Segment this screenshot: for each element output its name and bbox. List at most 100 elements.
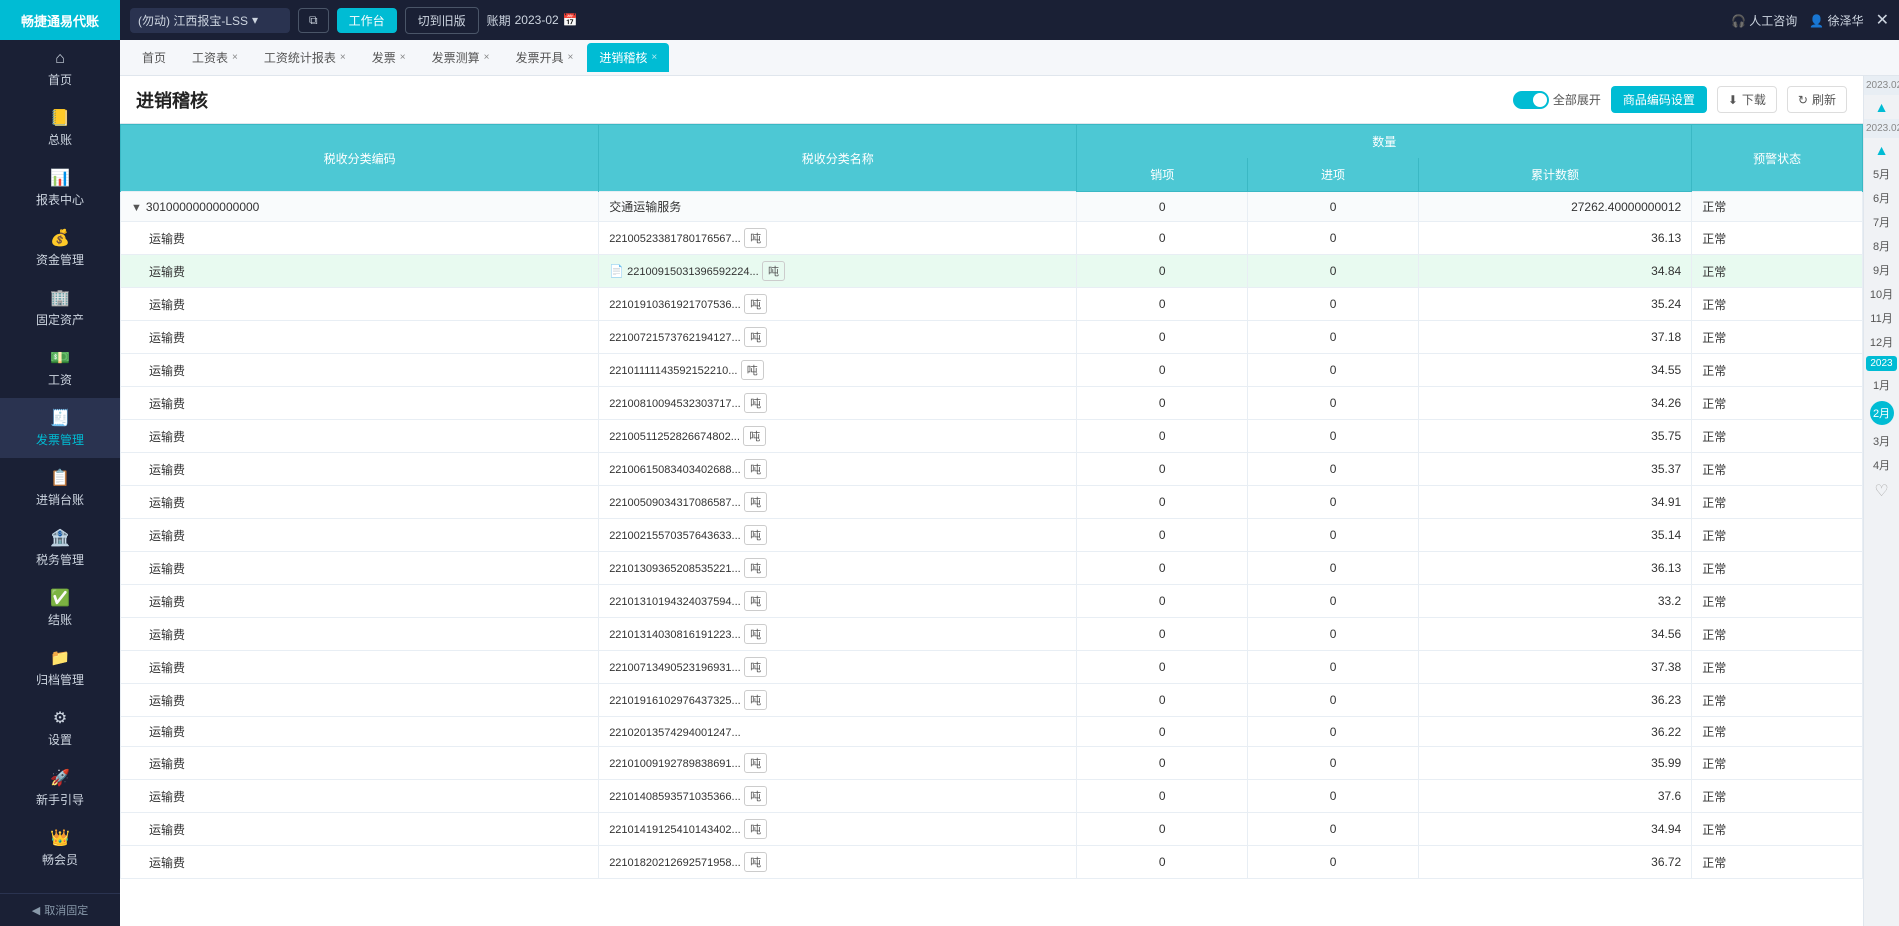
- month-item-active[interactable]: 2月: [1870, 401, 1894, 425]
- sidebar-item-funds[interactable]: 💰资金管理: [0, 218, 120, 278]
- col-sales: 销项: [1077, 158, 1248, 192]
- item-sales-cell: 0: [1077, 618, 1248, 651]
- sidebar-item-ledger[interactable]: 📒总账: [0, 98, 120, 158]
- tab-invoice[interactable]: 发票×: [360, 43, 418, 72]
- item-name-cell: 运输费: [121, 354, 599, 387]
- unit-button[interactable]: 吨: [744, 852, 767, 872]
- unit-button[interactable]: 吨: [744, 624, 767, 644]
- item-warning-cell: 正常: [1692, 354, 1863, 387]
- month-item[interactable]: 12月: [1868, 330, 1895, 354]
- unit-button[interactable]: 吨: [744, 591, 767, 611]
- switch-version-button[interactable]: 切到旧版: [405, 7, 479, 34]
- month-item[interactable]: 8月: [1868, 234, 1895, 258]
- tab-close-payroll[interactable]: ×: [232, 52, 238, 63]
- sidebar-item-reports[interactable]: 📊报表中心: [0, 158, 120, 218]
- tab-close-invoice-open[interactable]: ×: [567, 52, 573, 63]
- sidebar-item-home[interactable]: ⌂首页: [0, 40, 120, 98]
- unit-button[interactable]: 吨: [744, 525, 767, 545]
- table-row: 运输费 22101916102976437325... 吨 0 0 36.23 …: [121, 684, 1863, 717]
- item-purchase-cell: 0: [1248, 813, 1419, 846]
- sidebar-item-purchase-sales[interactable]: 📋进销台账: [0, 458, 120, 518]
- item-sales-cell: 0: [1077, 255, 1248, 288]
- month-item[interactable]: 5月: [1868, 162, 1895, 186]
- sidebar-item-guide[interactable]: 🚀新手引导: [0, 758, 120, 818]
- nav-up2-button[interactable]: ▲: [1864, 138, 1899, 162]
- support-link[interactable]: 🎧 人工咨询: [1731, 12, 1797, 29]
- sidebar-item-payroll[interactable]: 💵工资: [0, 338, 120, 398]
- tab-payroll[interactable]: 工资表×: [180, 43, 250, 72]
- unit-button[interactable]: 吨: [744, 294, 767, 314]
- unit-button[interactable]: 吨: [744, 558, 767, 578]
- tab-close-in-out-verify[interactable]: ×: [651, 52, 657, 63]
- nav-up-button[interactable]: ▲: [1864, 95, 1899, 119]
- month-item[interactable]: 10月: [1868, 282, 1895, 306]
- sidebar-item-tax[interactable]: 🏦 税务管理: [0, 518, 120, 578]
- favorite-icon[interactable]: ♡: [1870, 477, 1892, 505]
- sidebar-item-settings[interactable]: ⚙设置: [0, 698, 120, 758]
- unit-button[interactable]: 吨: [744, 459, 767, 479]
- download-icon: ⬇: [1728, 93, 1738, 107]
- unit-button[interactable]: 吨: [762, 261, 785, 281]
- refresh-button[interactable]: ↻ 刷新: [1787, 86, 1847, 113]
- settings-button[interactable]: 商品编码设置: [1611, 86, 1707, 113]
- sidebar-label-tax: 税务管理: [36, 551, 84, 568]
- unit-button[interactable]: 吨: [744, 228, 767, 248]
- month-item[interactable]: 6月: [1868, 186, 1895, 210]
- unit-button[interactable]: 吨: [744, 492, 767, 512]
- month-item[interactable]: 4月: [1870, 453, 1894, 477]
- tab-close-payroll-stats[interactable]: ×: [340, 52, 346, 63]
- unit-button[interactable]: 吨: [744, 819, 767, 839]
- workbench-button[interactable]: 工作台: [337, 8, 397, 33]
- unit-button[interactable]: 吨: [741, 360, 764, 380]
- month-item[interactable]: 7月: [1868, 210, 1895, 234]
- download-button[interactable]: ⬇ 下载: [1717, 86, 1777, 113]
- company-selector[interactable]: (勿动) 江西报宝-LSS ▾: [130, 8, 290, 33]
- sidebar-item-assets[interactable]: 🏢固定资产: [0, 278, 120, 338]
- item-sales-cell: 0: [1077, 222, 1248, 255]
- item-warning-cell: 正常: [1692, 420, 1863, 453]
- unpin-button[interactable]: ◀ 取消固定: [0, 893, 120, 926]
- tab-close-invoice-calc[interactable]: ×: [484, 52, 490, 63]
- user-menu[interactable]: 👤 徐泽华: [1809, 12, 1863, 29]
- sidebar-item-invoices[interactable]: 🧾 发票管理: [0, 398, 120, 458]
- unit-button[interactable]: 吨: [744, 393, 767, 413]
- tab-invoice-calc[interactable]: 发票测算×: [420, 43, 502, 72]
- unit-button[interactable]: 吨: [744, 786, 767, 806]
- sidebar-icon-tax: 🏦: [50, 528, 70, 548]
- tab-payroll-stats[interactable]: 工资统计报表×: [252, 43, 358, 72]
- unit-button[interactable]: 吨: [744, 690, 767, 710]
- sidebar-icon-settings: ⚙: [53, 708, 67, 728]
- month-item[interactable]: 1月: [1870, 373, 1894, 397]
- sidebar-label-invoices: 发票管理: [36, 431, 84, 448]
- tab-invoice-open[interactable]: 发票开具×: [503, 43, 585, 72]
- sidebar-item-archive[interactable]: 📁归档管理: [0, 638, 120, 698]
- sidebar-item-vip[interactable]: 👑畅会员: [0, 818, 120, 878]
- month-item[interactable]: 11月: [1868, 306, 1895, 330]
- item-purchase-cell: 0: [1248, 255, 1419, 288]
- item-purchase-cell: 0: [1248, 552, 1419, 585]
- tab-in-out-verify[interactable]: 进销稽核×: [587, 43, 669, 72]
- item-name-cell: 运输费: [121, 684, 599, 717]
- month-item[interactable]: 9月: [1868, 258, 1895, 282]
- copy-button[interactable]: ⧉: [298, 8, 329, 33]
- right-panel: 2023.02 ▲ 2023.02 ▲ 5月6月7月8月9月10月11月12月 …: [1863, 76, 1899, 926]
- expand-toggle[interactable]: [1513, 91, 1549, 109]
- close-window-button[interactable]: ✕: [1876, 10, 1889, 30]
- item-warning-cell: 正常: [1692, 813, 1863, 846]
- month-item[interactable]: 3月: [1870, 429, 1894, 453]
- unit-button[interactable]: 吨: [743, 426, 766, 446]
- tab-home[interactable]: 首页: [130, 43, 178, 72]
- calendar-icon[interactable]: 📅: [563, 13, 578, 27]
- unit-button[interactable]: 吨: [744, 327, 767, 347]
- item-name-cell: 运输费: [121, 651, 599, 684]
- sidebar-icon-vip: 👑: [50, 828, 70, 848]
- sidebar-item-settle[interactable]: ✅结账: [0, 578, 120, 638]
- unit-button[interactable]: 吨: [744, 753, 767, 773]
- sidebar-icon-invoices: 🧾: [50, 408, 70, 428]
- unit-button[interactable]: 吨: [744, 657, 767, 677]
- col-tax-name: 税收分类名称: [599, 125, 1077, 192]
- item-name-cell: 运输费: [121, 846, 599, 879]
- tab-close-invoice[interactable]: ×: [400, 52, 406, 63]
- item-purchase-cell: 0: [1248, 354, 1419, 387]
- item-purchase-cell: 0: [1248, 519, 1419, 552]
